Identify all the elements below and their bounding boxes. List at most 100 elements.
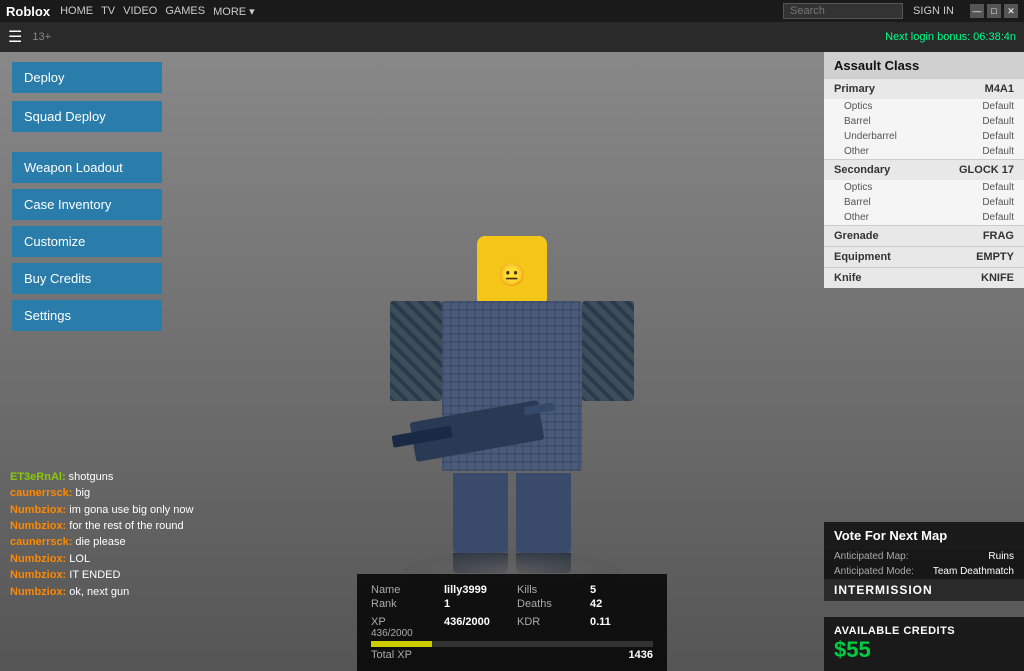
game-area: Deploy Squad Deploy Weapon Loadout Case … bbox=[0, 52, 1024, 671]
chat-message: IT ENDED bbox=[66, 569, 120, 581]
xp-text: 436/2000 bbox=[371, 628, 653, 639]
secondary-value: GLOCK 17 bbox=[959, 164, 1014, 176]
underbarrel-label: Underbarrel bbox=[844, 131, 897, 142]
anticipated-mode-value: Team Deathmatch bbox=[933, 566, 1014, 577]
optics-value: Default bbox=[982, 101, 1014, 112]
left-sidebar: Deploy Squad Deploy Weapon Loadout Case … bbox=[0, 52, 190, 341]
grenade-row: Grenade FRAG bbox=[824, 226, 1024, 246]
chat-line: Numbziox: ok, next gun bbox=[10, 585, 270, 600]
intermission-label: INTERMISSION bbox=[824, 579, 1024, 601]
nav-home[interactable]: HOME bbox=[60, 5, 93, 18]
chat-line: ET3eRnAl: shotguns bbox=[10, 470, 270, 485]
kills-value: 5 bbox=[590, 584, 653, 596]
character-right-arm bbox=[582, 301, 634, 401]
vote-panel: Vote For Next Map Anticipated Map: Ruins… bbox=[824, 522, 1024, 601]
buy-credits-button[interactable]: Buy Credits bbox=[12, 263, 162, 294]
anticipated-map-row: Anticipated Map: Ruins bbox=[824, 549, 1024, 564]
xp-bar-container: XP 436/2000 KDR 0.11 436/2000 Total XP 1… bbox=[371, 616, 653, 661]
secondary-header: Secondary GLOCK 17 bbox=[824, 160, 1024, 180]
settings-button[interactable]: Settings bbox=[12, 300, 162, 331]
kdr-value: 0.11 bbox=[590, 616, 653, 628]
secondary-label: Secondary bbox=[834, 164, 890, 176]
chat-message: LOL bbox=[66, 553, 90, 565]
other-label-primary: Other bbox=[844, 146, 869, 157]
deaths-label: Deaths bbox=[517, 598, 580, 610]
nav-games[interactable]: GAMES bbox=[165, 5, 205, 18]
right-panel: Assault Class Primary M4A1 Optics Defaul… bbox=[824, 52, 1024, 288]
primary-header: Primary M4A1 bbox=[824, 79, 1024, 99]
chat-name: Numbziox: bbox=[10, 553, 66, 565]
weapon-loadout-button[interactable]: Weapon Loadout bbox=[12, 152, 162, 183]
chat-message: big bbox=[72, 487, 90, 499]
character-head: 😐 bbox=[477, 236, 547, 306]
hamburger-icon[interactable]: ☰ bbox=[8, 27, 22, 47]
other-value-primary: Default bbox=[982, 146, 1014, 157]
chat-line: Numbziox: for the rest of the round bbox=[10, 519, 270, 534]
secondary-section: Secondary GLOCK 17 Optics Default Barrel… bbox=[824, 160, 1024, 225]
name-value: lilly3999 bbox=[444, 584, 507, 596]
sec-optics-value: Default bbox=[982, 182, 1014, 193]
vote-header: Vote For Next Map bbox=[824, 522, 1024, 549]
chat-message: ok, next gun bbox=[66, 586, 129, 598]
primary-label: Primary bbox=[834, 83, 875, 95]
knife-value: KNIFE bbox=[981, 272, 1014, 284]
character-left-leg bbox=[453, 473, 508, 553]
other-row-primary: Other Default bbox=[824, 144, 1024, 159]
squad-deploy-button[interactable]: Squad Deploy bbox=[12, 101, 162, 132]
nav-more[interactable]: MORE ▾ bbox=[213, 5, 255, 18]
sign-in-button[interactable]: SIGN IN bbox=[913, 5, 954, 17]
sec-other-label: Other bbox=[844, 212, 869, 223]
age-label: 13+ bbox=[32, 31, 51, 43]
top-right-buttons: SIGN IN bbox=[913, 5, 954, 17]
xp-label: XP bbox=[371, 616, 434, 628]
total-xp-value: 1436 bbox=[629, 649, 653, 661]
character-face: 😐 bbox=[498, 262, 525, 288]
knife-label: Knife bbox=[834, 272, 862, 284]
underbarrel-row: Underbarrel Default bbox=[824, 129, 1024, 144]
deploy-button[interactable]: Deploy bbox=[12, 62, 162, 93]
rank-label: Rank bbox=[371, 598, 434, 610]
chat-message: for the rest of the round bbox=[66, 520, 183, 532]
xp-bar-bg bbox=[371, 641, 653, 647]
kills-label: Kills bbox=[517, 584, 580, 596]
barrel-label: Barrel bbox=[844, 116, 871, 127]
window-controls: — □ ✕ bbox=[970, 4, 1018, 18]
barrel-value: Default bbox=[982, 116, 1014, 127]
chat-line: Numbziox: im gona use big only now bbox=[10, 503, 270, 518]
name-label: Name bbox=[371, 584, 434, 596]
knife-row: Knife KNIFE bbox=[824, 268, 1024, 288]
credits-amount: $55 bbox=[834, 637, 1014, 663]
character-display: 😐 bbox=[402, 236, 622, 576]
chat-line: caunerrsck: big bbox=[10, 486, 270, 501]
sec-optics-label: Optics bbox=[844, 182, 872, 193]
anticipated-map-label: Anticipated Map: bbox=[834, 551, 909, 562]
stats-grid: Name lilly3999 Kills 5 Rank 1 Deaths 42 bbox=[371, 584, 653, 610]
anticipated-map-value: Ruins bbox=[988, 551, 1014, 562]
customize-button[interactable]: Customize bbox=[12, 226, 162, 257]
kdr-label: KDR bbox=[517, 616, 580, 628]
maximize-button[interactable]: □ bbox=[987, 4, 1001, 18]
sec-barrel-value: Default bbox=[982, 197, 1014, 208]
primary-value: M4A1 bbox=[985, 83, 1014, 95]
close-button[interactable]: ✕ bbox=[1004, 4, 1018, 18]
nav-items: HOME TV VIDEO GAMES MORE ▾ bbox=[60, 5, 255, 18]
chat-message: shotguns bbox=[66, 471, 114, 483]
rank-value: 1 bbox=[444, 598, 507, 610]
search-input[interactable] bbox=[783, 3, 903, 19]
case-inventory-button[interactable]: Case Inventory bbox=[12, 189, 162, 220]
optics-row: Optics Default bbox=[824, 99, 1024, 114]
character-right-leg bbox=[516, 473, 571, 553]
sec-other-row: Other Default bbox=[824, 210, 1024, 225]
nav-tv[interactable]: TV bbox=[101, 5, 115, 18]
minimize-button[interactable]: — bbox=[970, 4, 984, 18]
chat-message: die please bbox=[72, 536, 125, 548]
chat-name: Numbziox: bbox=[10, 520, 66, 532]
chat-name: caunerrsck: bbox=[10, 487, 72, 499]
nav-video[interactable]: VIDEO bbox=[123, 5, 157, 18]
chat-line: Numbziox: IT ENDED bbox=[10, 568, 270, 583]
assault-class-panel: Assault Class Primary M4A1 Optics Defaul… bbox=[824, 52, 1024, 288]
character-body bbox=[442, 301, 582, 471]
underbarrel-value: Default bbox=[982, 131, 1014, 142]
grenade-label: Grenade bbox=[834, 230, 879, 242]
character-legs bbox=[453, 473, 571, 553]
